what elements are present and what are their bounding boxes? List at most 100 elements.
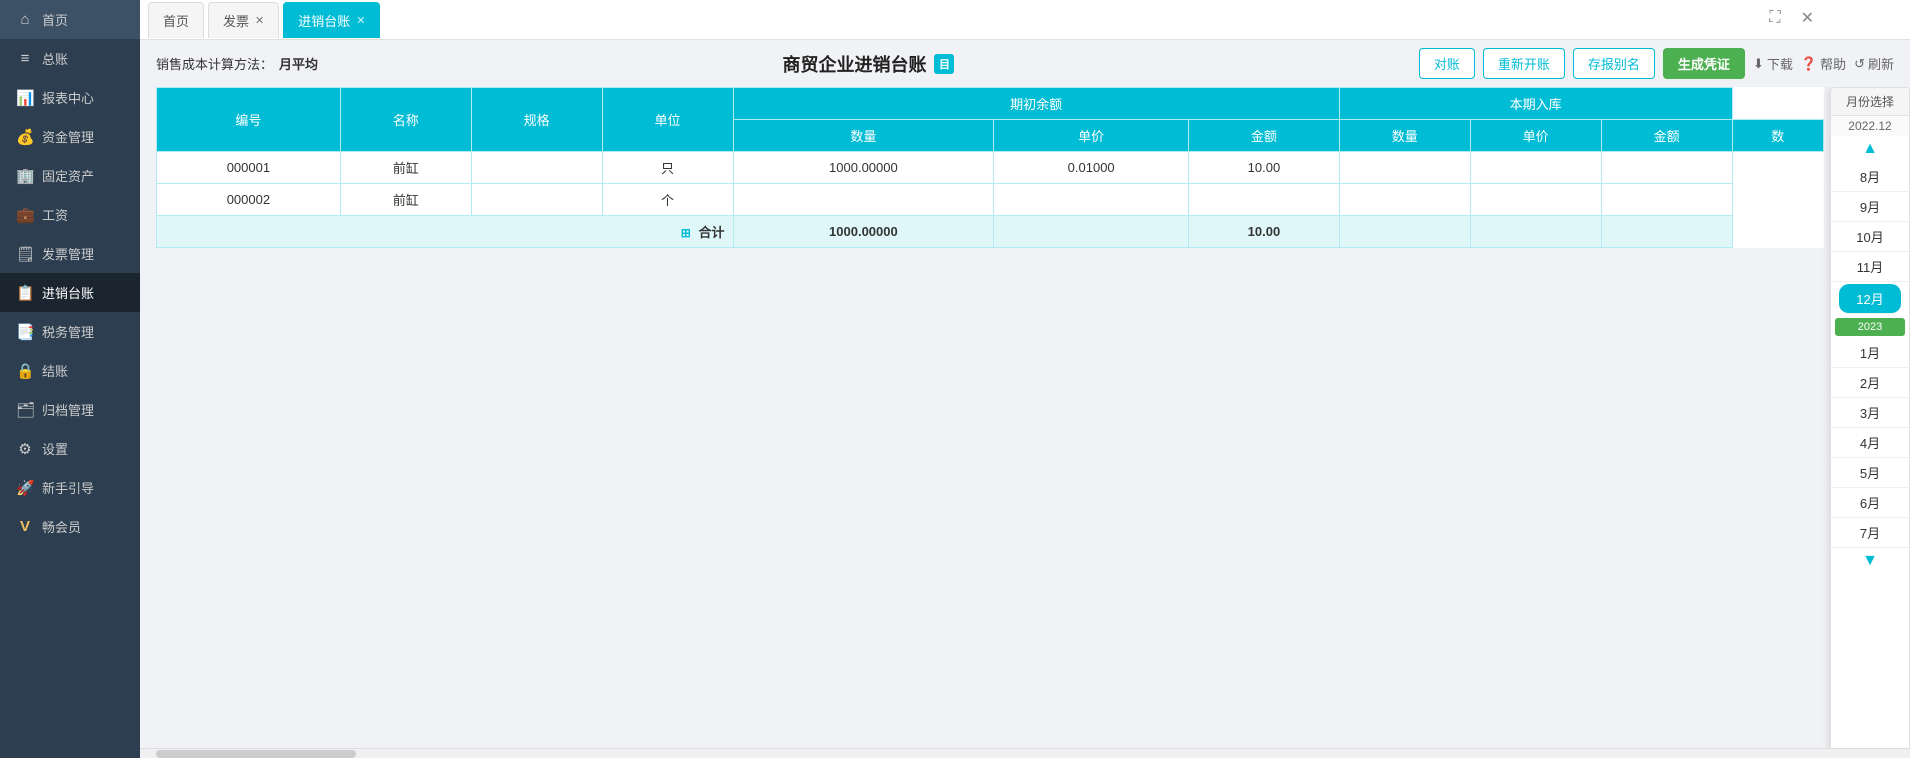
help-button[interactable]: ❓ 帮助 bbox=[1801, 54, 1846, 73]
month-picker-2[interactable]: 2月 bbox=[1831, 368, 1909, 398]
generate-button[interactable]: 生成凭证 bbox=[1663, 48, 1745, 79]
sub-header-opening-amount: 金额 bbox=[1189, 120, 1340, 152]
tab-home[interactable]: 首页 bbox=[148, 2, 204, 38]
month-picker-10[interactable]: 10月 bbox=[1831, 222, 1909, 252]
download-button[interactable]: ⬇ 下载 bbox=[1753, 54, 1793, 73]
sidebar-item-trade-ledger[interactable]: 📋 进销台账 bbox=[0, 273, 140, 312]
fund-icon: 💰 bbox=[16, 128, 34, 146]
vip-icon: V bbox=[16, 518, 34, 535]
subtotal-row: ⊞ 合计 1000.00000 10.00 bbox=[157, 216, 1824, 248]
subtotal-in-qty bbox=[1339, 216, 1470, 248]
month-picker-9[interactable]: 9月 bbox=[1831, 192, 1909, 222]
sidebar-item-label: 报表中心 bbox=[42, 88, 94, 107]
bottom-scrollbar[interactable] bbox=[140, 748, 1910, 758]
month-picker-11[interactable]: 11月 bbox=[1831, 252, 1909, 282]
sidebar-item-label: 工资 bbox=[42, 205, 68, 224]
sub-header-extra: 数 bbox=[1732, 120, 1823, 152]
sidebar-item-home[interactable]: ⌂ 首页 bbox=[0, 0, 140, 39]
sidebar-item-label: 总账 bbox=[42, 49, 68, 68]
sidebar-item-close-account[interactable]: 🔒 结账 bbox=[0, 351, 140, 390]
scroll-thumb bbox=[156, 750, 356, 758]
month-picker-4[interactable]: 4月 bbox=[1831, 428, 1909, 458]
row1-opening-qty: 1000.00000 bbox=[733, 152, 994, 184]
sidebar-item-label: 资金管理 bbox=[42, 127, 94, 146]
cost-method: 销售成本计算方法： 月平均 bbox=[156, 54, 318, 73]
table-icon: 目 bbox=[934, 54, 954, 74]
col-header-inbound: 本期入库 bbox=[1339, 88, 1732, 120]
sidebar-item-payroll[interactable]: 💼 工资 bbox=[0, 195, 140, 234]
page-title: 商贸企业进销台账 bbox=[782, 51, 926, 77]
table-row: 000001 前缸 只 1000.00000 0.01000 10.00 bbox=[157, 152, 1824, 184]
sidebar-item-tax-management[interactable]: 📑 税务管理 bbox=[0, 312, 140, 351]
subtotal-opening-qty: 1000.00000 bbox=[733, 216, 994, 248]
row2-in-amount bbox=[1601, 184, 1732, 216]
tab-trade-ledger-close-icon[interactable]: ✕ bbox=[356, 14, 365, 27]
tax-icon: 📑 bbox=[16, 323, 34, 341]
sidebar-item-new-guide[interactable]: 🚀 新手引导 bbox=[0, 468, 140, 507]
subtotal-opening-amount: 10.00 bbox=[1189, 216, 1340, 248]
ledger-icon: ≡ bbox=[16, 50, 34, 67]
row1-opening-price: 0.01000 bbox=[994, 152, 1189, 184]
tab-home-label: 首页 bbox=[163, 11, 189, 30]
month-picker-12[interactable]: 12月 bbox=[1839, 284, 1901, 314]
sidebar-item-label: 发票管理 bbox=[42, 244, 94, 263]
page-content: 销售成本计算方法： 月平均 商贸企业进销台账 目 对账 重新开账 存报别名 生成… bbox=[140, 40, 1910, 758]
month-picker-3[interactable]: 3月 bbox=[1831, 398, 1909, 428]
window-controls: ⛶ ✕ bbox=[1763, 6, 1820, 30]
refresh-button[interactable]: ↺ 刷新 bbox=[1854, 54, 1894, 73]
maximize-button[interactable]: ⛶ bbox=[1763, 6, 1786, 30]
cundang-button[interactable]: 存报别名 bbox=[1573, 48, 1655, 79]
month-picker-6[interactable]: 6月 bbox=[1831, 488, 1909, 518]
chongxin-button[interactable]: 重新开账 bbox=[1483, 48, 1565, 79]
download-label: 下载 bbox=[1767, 54, 1793, 73]
col-header-spec: 规格 bbox=[471, 88, 602, 152]
month-picker-title: 月份选择 bbox=[1831, 88, 1909, 116]
sidebar-item-label: 进销台账 bbox=[42, 283, 94, 302]
sidebar-item-settings[interactable]: ⚙ 设置 bbox=[0, 429, 140, 468]
sidebar-item-label: 设置 bbox=[42, 439, 68, 458]
sidebar-item-report-center[interactable]: 📊 报表中心 bbox=[0, 78, 140, 117]
help-icon: ❓ bbox=[1801, 56, 1817, 72]
sub-header-opening-qty: 数量 bbox=[733, 120, 994, 152]
sidebar-item-label: 新手引导 bbox=[42, 478, 94, 497]
row2-id: 000002 bbox=[157, 184, 341, 216]
row1-in-amount bbox=[1601, 152, 1732, 184]
sidebar-item-fund-management[interactable]: 💰 资金管理 bbox=[0, 117, 140, 156]
toolbar-row: 销售成本计算方法： 月平均 商贸企业进销台账 目 对账 重新开账 存报别名 生成… bbox=[140, 40, 1910, 87]
tab-bar: 首页 发票 ✕ 进销台账 ✕ bbox=[140, 0, 1910, 40]
row2-in-price bbox=[1470, 184, 1601, 216]
sidebar-item-fixed-assets[interactable]: 🏢 固定资产 bbox=[0, 156, 140, 195]
sidebar-item-label: 固定资产 bbox=[42, 166, 94, 185]
row1-id: 000001 bbox=[157, 152, 341, 184]
sidebar: ⌂ 首页 ≡ 总账 📊 报表中心 💰 资金管理 🏢 固定资产 💼 工资 🗒 发票… bbox=[0, 0, 140, 758]
row1-spec bbox=[471, 152, 602, 184]
subtotal-opening-price bbox=[994, 216, 1189, 248]
month-picker-1[interactable]: 1月 bbox=[1831, 338, 1909, 368]
sidebar-item-general-ledger[interactable]: ≡ 总账 bbox=[0, 39, 140, 78]
month-picker-5[interactable]: 5月 bbox=[1831, 458, 1909, 488]
month-picker-7[interactable]: 7月 bbox=[1831, 518, 1909, 548]
month-picker-down-arrow[interactable]: ▼ bbox=[1831, 548, 1909, 574]
subtotal-in-amount bbox=[1601, 216, 1732, 248]
sidebar-item-label: 结账 bbox=[42, 361, 68, 380]
sidebar-item-label: 畅会员 bbox=[42, 517, 81, 536]
tab-invoice[interactable]: 发票 ✕ bbox=[208, 2, 279, 38]
duizhang-button[interactable]: 对账 bbox=[1419, 48, 1475, 79]
close-account-icon: 🔒 bbox=[16, 362, 34, 380]
home-icon: ⌂ bbox=[16, 11, 34, 28]
sidebar-item-invoice-management[interactable]: 🗒 发票管理 bbox=[0, 234, 140, 273]
sidebar-item-vip-member[interactable]: V 畅会员 bbox=[0, 507, 140, 546]
sidebar-item-archive-management[interactable]: 🗂 归档管理 bbox=[0, 390, 140, 429]
ledger-table: 编号 名称 规格 单位 期初余额 本期入库 数量 单价 金额 数量 bbox=[156, 87, 1824, 248]
row1-in-qty bbox=[1339, 152, 1470, 184]
tab-invoice-close-icon[interactable]: ✕ bbox=[255, 14, 264, 27]
sidebar-item-label: 税务管理 bbox=[42, 322, 94, 341]
tab-trade-ledger[interactable]: 进销台账 ✕ bbox=[283, 2, 380, 38]
table-wrapper: 编号 名称 规格 单位 期初余额 本期入库 数量 单价 金额 数量 bbox=[140, 87, 1910, 748]
trade-ledger-icon: 📋 bbox=[16, 284, 34, 302]
close-button[interactable]: ✕ bbox=[1795, 6, 1820, 30]
month-picker-up-arrow[interactable]: ▲ bbox=[1831, 136, 1909, 162]
month-picker-8[interactable]: 8月 bbox=[1831, 162, 1909, 192]
settings-icon: ⚙ bbox=[16, 440, 34, 458]
subtotal-label: ⊞ 合计 bbox=[157, 216, 734, 248]
